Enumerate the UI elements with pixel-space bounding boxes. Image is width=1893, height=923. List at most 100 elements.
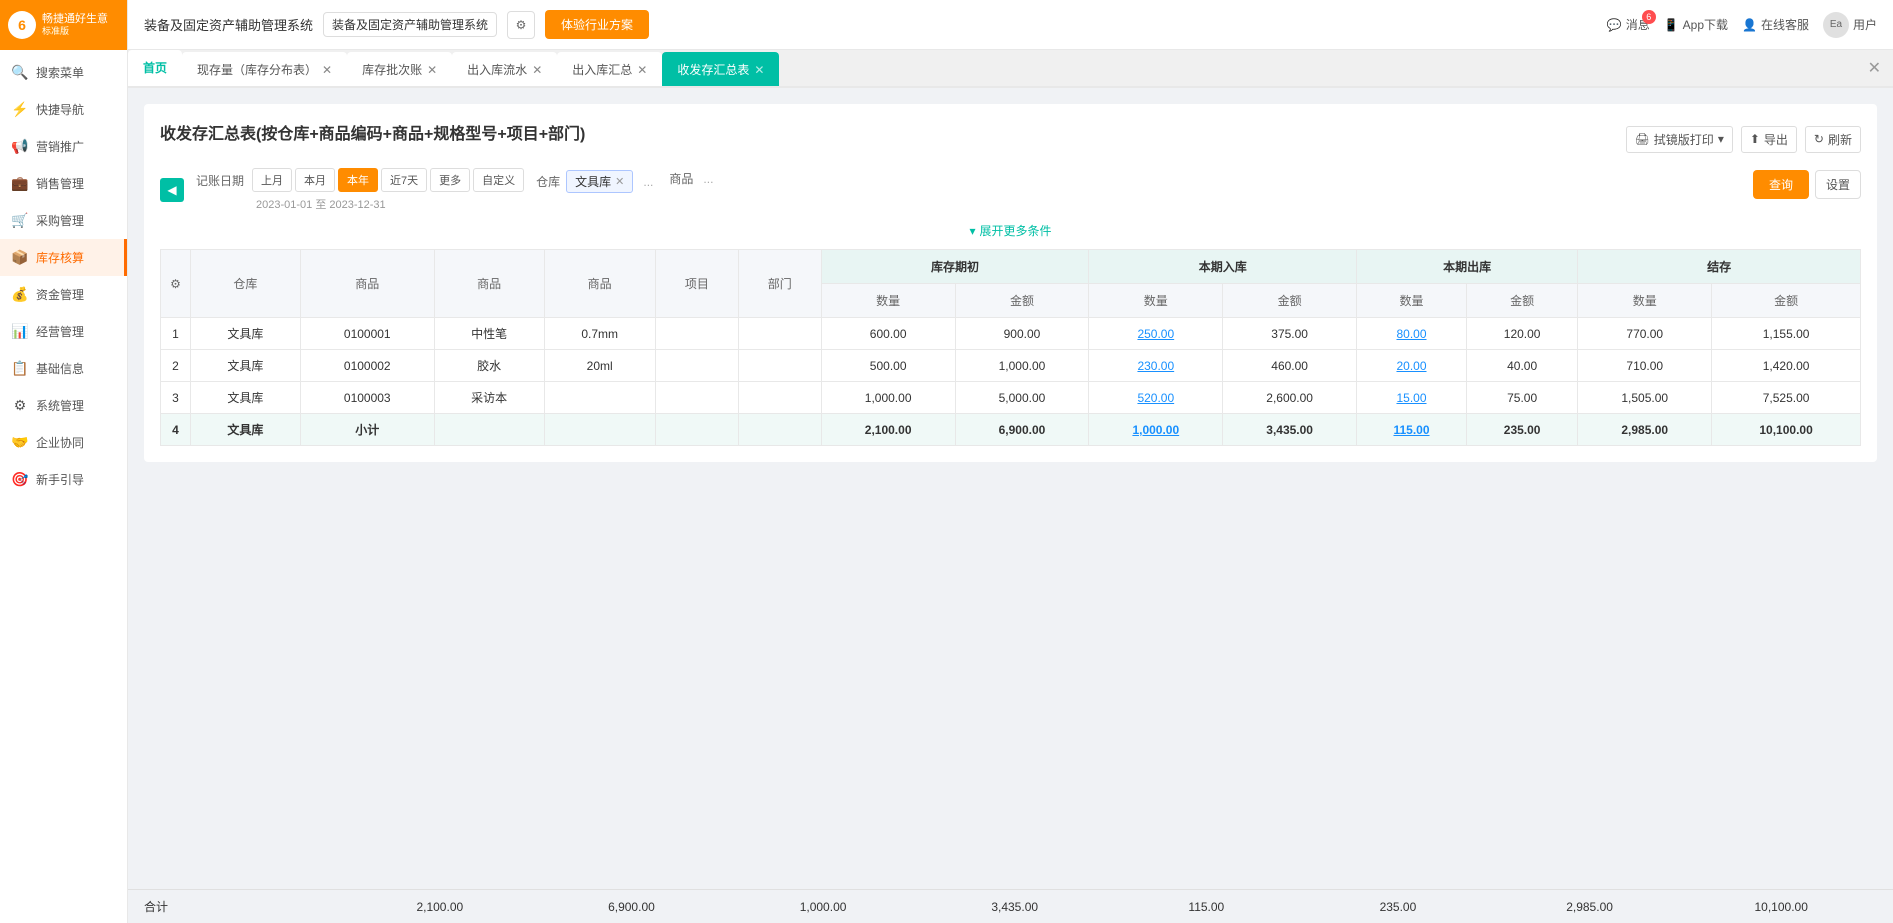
table-row: 1 文具库 0100001 中性笔 0.7mm 600.00 900.00 25… <box>161 318 1861 350</box>
tab-summary[interactable]: 出入库汇总 ✕ <box>557 52 662 86</box>
message-btn[interactable]: 💬 消息 6 <box>1607 16 1650 33</box>
trial-btn[interactable]: 体验行业方案 <box>545 10 649 39</box>
product-more-btn[interactable]: ... <box>699 172 717 186</box>
col-group-balance: 结存 <box>1578 250 1861 284</box>
row3-out-qty[interactable]: 15.00 <box>1357 382 1467 414</box>
tab-batch-account-label: 库存批次账 <box>362 61 422 78</box>
date-btn-custom[interactable]: 自定义 <box>473 168 524 192</box>
app-download-btn[interactable]: 📱 App下载 <box>1664 16 1728 33</box>
col-header-product-spec: 商品 <box>544 250 655 318</box>
tab-flow[interactable]: 出入库流水 ✕ <box>452 52 557 86</box>
row1-out-qty[interactable]: 80.00 <box>1357 318 1467 350</box>
print-btn[interactable]: 🖨 拭镜版打印 ▾ <box>1626 126 1733 153</box>
row2-out-amt: 40.00 <box>1466 350 1577 382</box>
filter-settings-btn[interactable]: 设置 <box>1815 170 1861 199</box>
tab-batch-account[interactable]: 库存批次账 ✕ <box>347 52 452 86</box>
warehouse-tag-close[interactable]: ✕ <box>615 175 624 188</box>
finance-icon: 💰 <box>12 287 28 303</box>
col-group-outbound: 本期出库 <box>1357 250 1578 284</box>
sidebar-item-base-info[interactable]: 📋 基础信息 <box>0 350 127 387</box>
row1-open-amt: 900.00 <box>955 318 1089 350</box>
online-service-btn[interactable]: 👤 在线客服 <box>1742 16 1809 33</box>
sidebar-item-purchase[interactable]: 🛒 采购管理 <box>0 202 127 239</box>
sidebar-item-sales[interactable]: 💼 销售管理 <box>0 165 127 202</box>
row2-open-qty: 500.00 <box>821 350 955 382</box>
tab-inventory-dist[interactable]: 现存量（库存分布表） ✕ <box>182 52 347 86</box>
tab-receive-summary-close[interactable]: ✕ <box>754 63 764 77</box>
user-btn[interactable]: Ea 用户 <box>1823 12 1877 38</box>
total-values: 2,100.00 6,900.00 1,000.00 3,435.00 115.… <box>344 900 1877 914</box>
row2-in-qty[interactable]: 230.00 <box>1089 350 1223 382</box>
col-open-qty: 数量 <box>821 284 955 318</box>
query-btn[interactable]: 查询 <box>1753 170 1809 199</box>
settings-icon[interactable]: ⚙ <box>507 11 535 39</box>
sidebar-item-marketing[interactable]: 📢 营销推广 <box>0 128 127 165</box>
export-btn[interactable]: ⬆ 导出 <box>1741 126 1797 153</box>
filter-collapse-btn[interactable]: ◀ <box>160 178 184 202</box>
sidebar-item-quick-nav[interactable]: ⚡ 快捷导航 <box>0 91 127 128</box>
tab-receive-summary[interactable]: 收发存汇总表 ✕ <box>662 52 779 86</box>
tab-summary-close[interactable]: ✕ <box>637 63 647 77</box>
print-dropdown-icon: ▾ <box>1718 132 1724 146</box>
system-icon: ⚙ <box>12 398 28 414</box>
warehouse-label: 仓库 <box>536 173 560 190</box>
row1-open-qty: 600.00 <box>821 318 955 350</box>
col-header-project: 项目 <box>655 250 738 318</box>
avatar: Ea <box>1823 12 1849 38</box>
refresh-btn[interactable]: ↻ 刷新 <box>1805 126 1861 153</box>
subtotal-bal-qty: 2,985.00 <box>1578 414 1712 446</box>
table-settings-icon[interactable]: ⚙ <box>161 250 191 318</box>
subtotal-warehouse: 文具库 <box>191 414 301 446</box>
date-btn-last-month[interactable]: 上月 <box>252 168 292 192</box>
page-title: 收发存汇总表(按仓库+商品编码+商品+规格型号+项目+部门) <box>160 120 585 144</box>
total-open-amt: 6,900.00 <box>536 900 728 914</box>
col-header-product-code: 商品 <box>300 250 434 318</box>
base-info-icon: 📋 <box>12 361 28 377</box>
row1-in-qty[interactable]: 250.00 <box>1089 318 1223 350</box>
col-open-amt: 金额 <box>955 284 1089 318</box>
inventory-icon: 📦 <box>12 250 28 266</box>
date-btn-this-month[interactable]: 本月 <box>295 168 335 192</box>
row3-bal-qty: 1,505.00 <box>1578 382 1712 414</box>
tab-batch-account-close[interactable]: ✕ <box>427 63 437 77</box>
system-selector[interactable]: 装备及固定资产辅助管理系统 <box>323 12 497 37</box>
tab-area-close[interactable]: ✕ <box>1856 50 1893 86</box>
sidebar-item-guide[interactable]: 🎯 新手引导 <box>0 461 127 498</box>
expand-conditions-btn[interactable]: ▾ 展开更多条件 <box>969 222 1051 239</box>
tab-inventory-dist-close[interactable]: ✕ <box>322 63 332 77</box>
page-actions: 🖨 拭镜版打印 ▾ ⬆ 导出 ↻ 刷新 <box>1626 126 1861 153</box>
date-btn-7days[interactable]: 近7天 <box>381 168 427 192</box>
col-bal-qty: 数量 <box>1578 284 1712 318</box>
row3-in-qty[interactable]: 520.00 <box>1089 382 1223 414</box>
sidebar-item-system[interactable]: ⚙ 系统管理 <box>0 387 127 424</box>
table-row: 3 文具库 0100003 采访本 1,000.00 5,000.00 520.… <box>161 382 1861 414</box>
row3-product-spec <box>544 382 655 414</box>
row3-project <box>655 382 738 414</box>
page-header: 收发存汇总表(按仓库+商品编码+商品+规格型号+项目+部门) 🖨 拭镜版打印 ▾… <box>160 120 1861 158</box>
tab-flow-close[interactable]: ✕ <box>532 63 542 77</box>
row1-bal-amt: 1,155.00 <box>1712 318 1861 350</box>
topbar-right: 💬 消息 6 📱 App下载 👤 在线客服 Ea 用户 <box>1607 12 1877 38</box>
sidebar-item-operation[interactable]: 📊 经营管理 <box>0 313 127 350</box>
content-area: 收发存汇总表(按仓库+商品编码+商品+规格型号+项目+部门) 🖨 拭镜版打印 ▾… <box>128 88 1893 889</box>
date-btn-more[interactable]: 更多 <box>430 168 470 192</box>
col-bal-amt: 金额 <box>1712 284 1861 318</box>
tab-home[interactable]: 首页 <box>128 50 182 86</box>
sidebar-item-enterprise[interactable]: 🤝 企业协同 <box>0 424 127 461</box>
sidebar-item-search[interactable]: 🔍 搜索菜单 <box>0 54 127 91</box>
col-in-qty: 数量 <box>1089 284 1223 318</box>
subtotal-out-qty[interactable]: 115.00 <box>1357 414 1467 446</box>
date-btn-this-year[interactable]: 本年 <box>338 168 378 192</box>
warehouse-tag[interactable]: 文具库 ✕ <box>566 170 633 193</box>
warehouse-more-btn[interactable]: ... <box>639 175 657 189</box>
product-label: 商品 <box>669 170 693 187</box>
footer-total-bar: 合计 2,100.00 6,900.00 1,000.00 3,435.00 1… <box>128 889 1893 923</box>
row2-out-qty[interactable]: 20.00 <box>1357 350 1467 382</box>
row1-warehouse: 文具库 <box>191 318 301 350</box>
sidebar-item-finance[interactable]: 💰 资金管理 <box>0 276 127 313</box>
row2-warehouse: 文具库 <box>191 350 301 382</box>
date-range: 2023-01-01 至 2023-12-31 <box>196 196 524 212</box>
subtotal-bal-amt: 10,100.00 <box>1712 414 1861 446</box>
subtotal-in-qty[interactable]: 1,000.00 <box>1089 414 1223 446</box>
sidebar-item-inventory[interactable]: 📦 库存核算 <box>0 239 127 276</box>
